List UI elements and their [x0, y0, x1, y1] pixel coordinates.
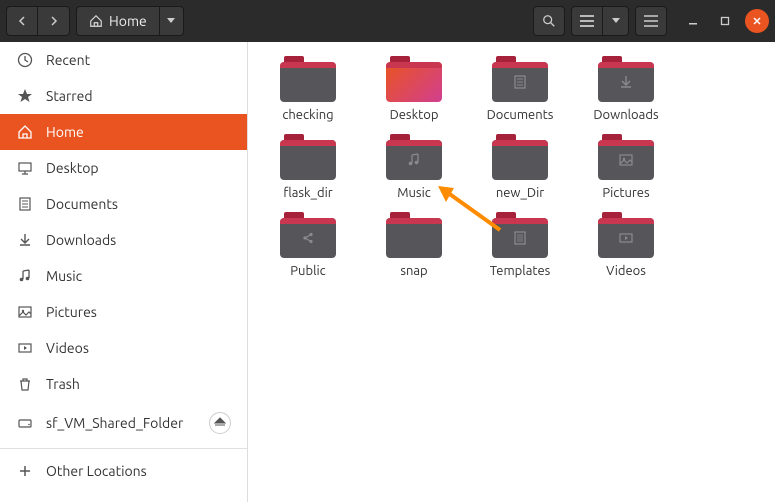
path-dropdown[interactable] [159, 7, 183, 35]
folder-label: Public [290, 264, 325, 278]
folder-snap[interactable]: snap [372, 212, 456, 278]
sidebar-item-label: Other Locations [46, 463, 147, 479]
folder-Templates[interactable]: Templates [478, 212, 562, 278]
titlebar: Home [0, 0, 775, 42]
path-segment-home[interactable]: Home [77, 7, 159, 35]
folder-icon [492, 212, 548, 258]
sidebar-item-label: Pictures [46, 304, 97, 320]
sidebar-item-videos[interactable]: Videos [0, 330, 247, 366]
sidebar: Recent Starred Home Desktop Documents Downloa… [0, 42, 248, 502]
sidebar-item-label: Recent [46, 52, 90, 68]
folder-label: checking [282, 108, 333, 122]
path-label: Home [109, 13, 147, 29]
eject-button[interactable] [209, 412, 231, 434]
sidebar-item-label: Documents [46, 196, 118, 212]
folder-label: new_Dir [496, 186, 544, 200]
folder-checking[interactable]: checking [266, 56, 350, 122]
back-button[interactable] [6, 6, 38, 36]
desktop-icon [16, 160, 34, 176]
main-area: checking Desktop Documents Downloads flask_d… [248, 42, 775, 502]
folder-Music[interactable]: Music [372, 134, 456, 200]
sidebar-item-desktop[interactable]: Desktop [0, 150, 247, 186]
view-group [571, 6, 629, 36]
folder-Pictures[interactable]: Pictures [584, 134, 668, 200]
folder-label: Templates [490, 264, 551, 278]
minimize-button[interactable] [681, 9, 705, 33]
star-icon [16, 88, 34, 104]
sidebar-item-label: sf_VM_Shared_Folder [46, 415, 183, 431]
picture-icon [16, 304, 34, 320]
folder-icon [280, 212, 336, 258]
folder-Downloads[interactable]: Downloads [584, 56, 668, 122]
download-icon [16, 232, 34, 248]
sidebar-item-music[interactable]: Music [0, 258, 247, 294]
music-icon [16, 268, 34, 284]
folder-label: Music [397, 186, 431, 200]
trash-icon [16, 376, 34, 392]
sidebar-item-label: Desktop [46, 160, 99, 176]
folder-Desktop[interactable]: Desktop [372, 56, 456, 122]
sidebar-item-label: Music [46, 268, 82, 284]
sidebar-item-label: Home [46, 124, 84, 140]
sidebar-item-documents[interactable]: Documents [0, 186, 247, 222]
folder-Documents[interactable]: Documents [478, 56, 562, 122]
folder-label: Downloads [593, 108, 658, 122]
folder-Public[interactable]: Public [266, 212, 350, 278]
menu-button[interactable] [635, 6, 667, 36]
view-dropdown[interactable] [603, 6, 629, 36]
folder-flask_dir[interactable]: flask_dir [266, 134, 350, 200]
video-icon [16, 340, 34, 356]
folder-label: snap [400, 264, 427, 278]
sidebar-item-label: Downloads [46, 232, 116, 248]
drive-icon [16, 415, 34, 431]
sidebar-item-label: Starred [46, 88, 93, 104]
plus-icon [16, 463, 34, 479]
home-icon [89, 14, 103, 28]
folder-label: flask_dir [283, 186, 332, 200]
folder-label: Pictures [602, 186, 649, 200]
folder-label: Documents [487, 108, 554, 122]
folder-new_Dir[interactable]: new_Dir [478, 134, 562, 200]
folder-Videos[interactable]: Videos [584, 212, 668, 278]
nav-buttons [6, 6, 70, 36]
close-button[interactable] [745, 9, 769, 33]
maximize-button[interactable] [713, 9, 737, 33]
folder-icon [598, 134, 654, 180]
doc-icon [16, 196, 34, 212]
path-bar: Home [76, 6, 184, 36]
sidebar-item-label: Trash [46, 376, 80, 392]
folder-icon [492, 56, 548, 102]
list-view-button[interactable] [571, 6, 603, 36]
folder-grid: checking Desktop Documents Downloads flask_d… [266, 56, 757, 278]
sidebar-item-pictures[interactable]: Pictures [0, 294, 247, 330]
window-controls [681, 9, 769, 33]
sidebar-item-home[interactable]: Home [0, 114, 247, 150]
home-icon [16, 124, 34, 140]
sidebar-item-downloads[interactable]: Downloads [0, 222, 247, 258]
sidebar-item-recent[interactable]: Recent [0, 42, 247, 78]
search-button[interactable] [533, 6, 565, 36]
folder-icon [598, 56, 654, 102]
folder-label: Desktop [390, 108, 439, 122]
sidebar-item-shared[interactable]: sf_VM_Shared_Folder [0, 402, 247, 444]
sidebar-item-starred[interactable]: Starred [0, 78, 247, 114]
folder-icon [280, 134, 336, 180]
clock-icon [16, 52, 34, 68]
sidebar-item-label: Videos [46, 340, 89, 356]
folder-icon [386, 134, 442, 180]
sidebar-item-trash[interactable]: Trash [0, 366, 247, 402]
folder-icon [598, 212, 654, 258]
folder-label: Videos [606, 264, 646, 278]
folder-icon [386, 212, 442, 258]
folder-icon [280, 56, 336, 102]
forward-button[interactable] [38, 6, 70, 36]
folder-icon [386, 56, 442, 102]
sidebar-other-locations[interactable]: Other Locations [0, 453, 247, 489]
folder-icon [492, 134, 548, 180]
